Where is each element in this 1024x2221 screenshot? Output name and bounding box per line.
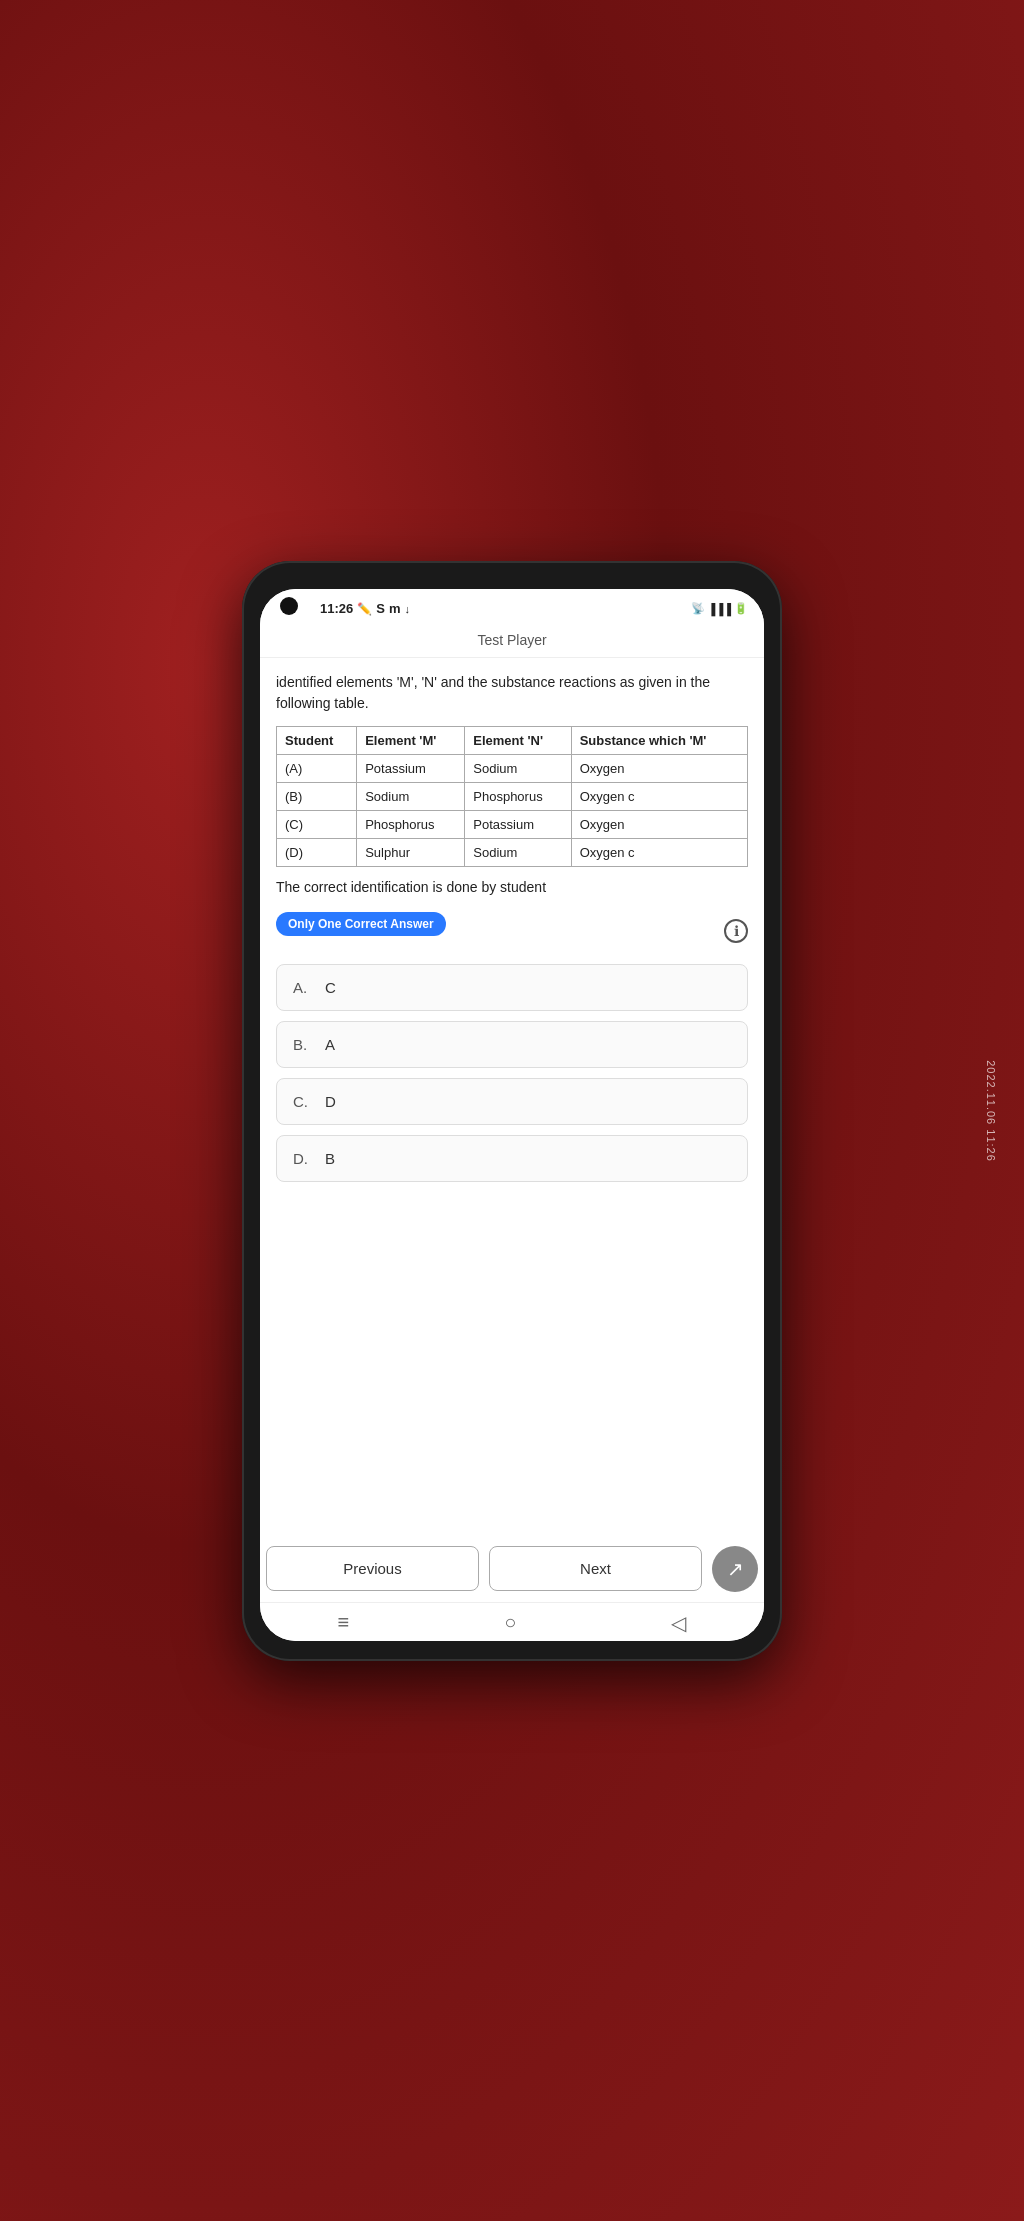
fab-button[interactable]: ↗: [712, 1546, 758, 1592]
col-element-m: Element 'M': [357, 726, 465, 754]
col-substance: Substance which 'M': [571, 726, 747, 754]
answer-type-badge: Only One Correct Answer: [276, 912, 446, 936]
cell-m-b: Sodium: [357, 782, 465, 810]
cell-student-a: (A): [277, 754, 357, 782]
col-element-n: Element 'N': [465, 726, 571, 754]
option-a-value: C: [325, 979, 336, 996]
battery-icon: 🔋: [734, 602, 748, 615]
system-nav: ≡ ○ ◁: [260, 1602, 764, 1641]
option-c[interactable]: C. D: [276, 1078, 748, 1125]
option-a[interactable]: A. C: [276, 964, 748, 1011]
cell-m-c: Phosphorus: [357, 810, 465, 838]
previous-button[interactable]: Previous: [266, 1546, 479, 1591]
conclusion-text: The correct identification is done by st…: [276, 877, 748, 898]
next-button[interactable]: Next: [489, 1546, 702, 1591]
cell-n-d: Sodium: [465, 838, 571, 866]
status-bar: 11:26 ✏️ S m ↓ 📡 ▐▐▐ 🔋: [260, 589, 764, 625]
cell-student-d: (D): [277, 838, 357, 866]
navigation-bar: Previous Next ↗: [260, 1546, 764, 1602]
arrow-up-right-icon: ↗: [727, 1557, 744, 1581]
option-c-value: D: [325, 1093, 336, 1110]
cell-s-a: Oxygen: [571, 754, 747, 782]
status-time: 11:26: [320, 601, 353, 616]
cell-m-d: Sulphur: [357, 838, 465, 866]
back-icon[interactable]: ◁: [671, 1611, 686, 1635]
phone-device: 11:26 ✏️ S m ↓ 📡 ▐▐▐ 🔋 Test Player ident…: [242, 561, 782, 1661]
content-area: identified elements 'M', 'N' and the sub…: [260, 658, 764, 1546]
table-row: (C) Phosphorus Potassium Oxygen: [277, 810, 748, 838]
table-row: (B) Sodium Phosphorus Oxygen c: [277, 782, 748, 810]
table-row: (D) Sulphur Sodium Oxygen c: [277, 838, 748, 866]
home-icon[interactable]: ○: [504, 1611, 516, 1634]
option-d[interactable]: D. B: [276, 1135, 748, 1182]
cell-s-d: Oxygen c: [571, 838, 747, 866]
option-c-label: C.: [293, 1093, 313, 1110]
cell-n-b: Phosphorus: [465, 782, 571, 810]
cell-m-a: Potassium: [357, 754, 465, 782]
camera-hole: [280, 597, 298, 615]
answer-type-row: Only One Correct Answer ℹ: [276, 912, 748, 950]
option-b-label: B.: [293, 1036, 313, 1053]
s-indicator: S: [376, 601, 385, 616]
cell-student-b: (B): [277, 782, 357, 810]
menu-icon[interactable]: ≡: [338, 1611, 350, 1634]
app-title: Test Player: [477, 632, 546, 648]
side-date: 2022.11.06 11:26: [985, 1060, 997, 1162]
option-b-value: A: [325, 1036, 335, 1053]
option-d-value: B: [325, 1150, 335, 1167]
signal-icon: ▐▐▐: [708, 603, 731, 615]
wifi-icon: 📡: [691, 602, 705, 615]
app-header: Test Player: [260, 625, 764, 658]
option-a-label: A.: [293, 979, 313, 996]
info-button[interactable]: ℹ: [724, 919, 748, 943]
cell-s-c: Oxygen: [571, 810, 747, 838]
cell-student-c: (C): [277, 810, 357, 838]
option-d-label: D.: [293, 1150, 313, 1167]
table-row: (A) Potassium Sodium Oxygen: [277, 754, 748, 782]
m-indicator: m: [389, 601, 401, 616]
status-icons-right: 📡 ▐▐▐ 🔋: [691, 602, 748, 615]
question-text: identified elements 'M', 'N' and the sub…: [276, 672, 748, 714]
cell-s-b: Oxygen c: [571, 782, 747, 810]
cell-n-a: Sodium: [465, 754, 571, 782]
arrow-down-icon: ↓: [404, 603, 410, 615]
options-container: A. C B. A C. D D. B: [276, 964, 748, 1182]
elements-table: Student Element 'M' Element 'N' Substanc…: [276, 726, 748, 867]
phone-screen: 11:26 ✏️ S m ↓ 📡 ▐▐▐ 🔋 Test Player ident…: [260, 589, 764, 1641]
col-student: Student: [277, 726, 357, 754]
option-b[interactable]: B. A: [276, 1021, 748, 1068]
edit-icon: ✏️: [357, 602, 372, 616]
cell-n-c: Potassium: [465, 810, 571, 838]
